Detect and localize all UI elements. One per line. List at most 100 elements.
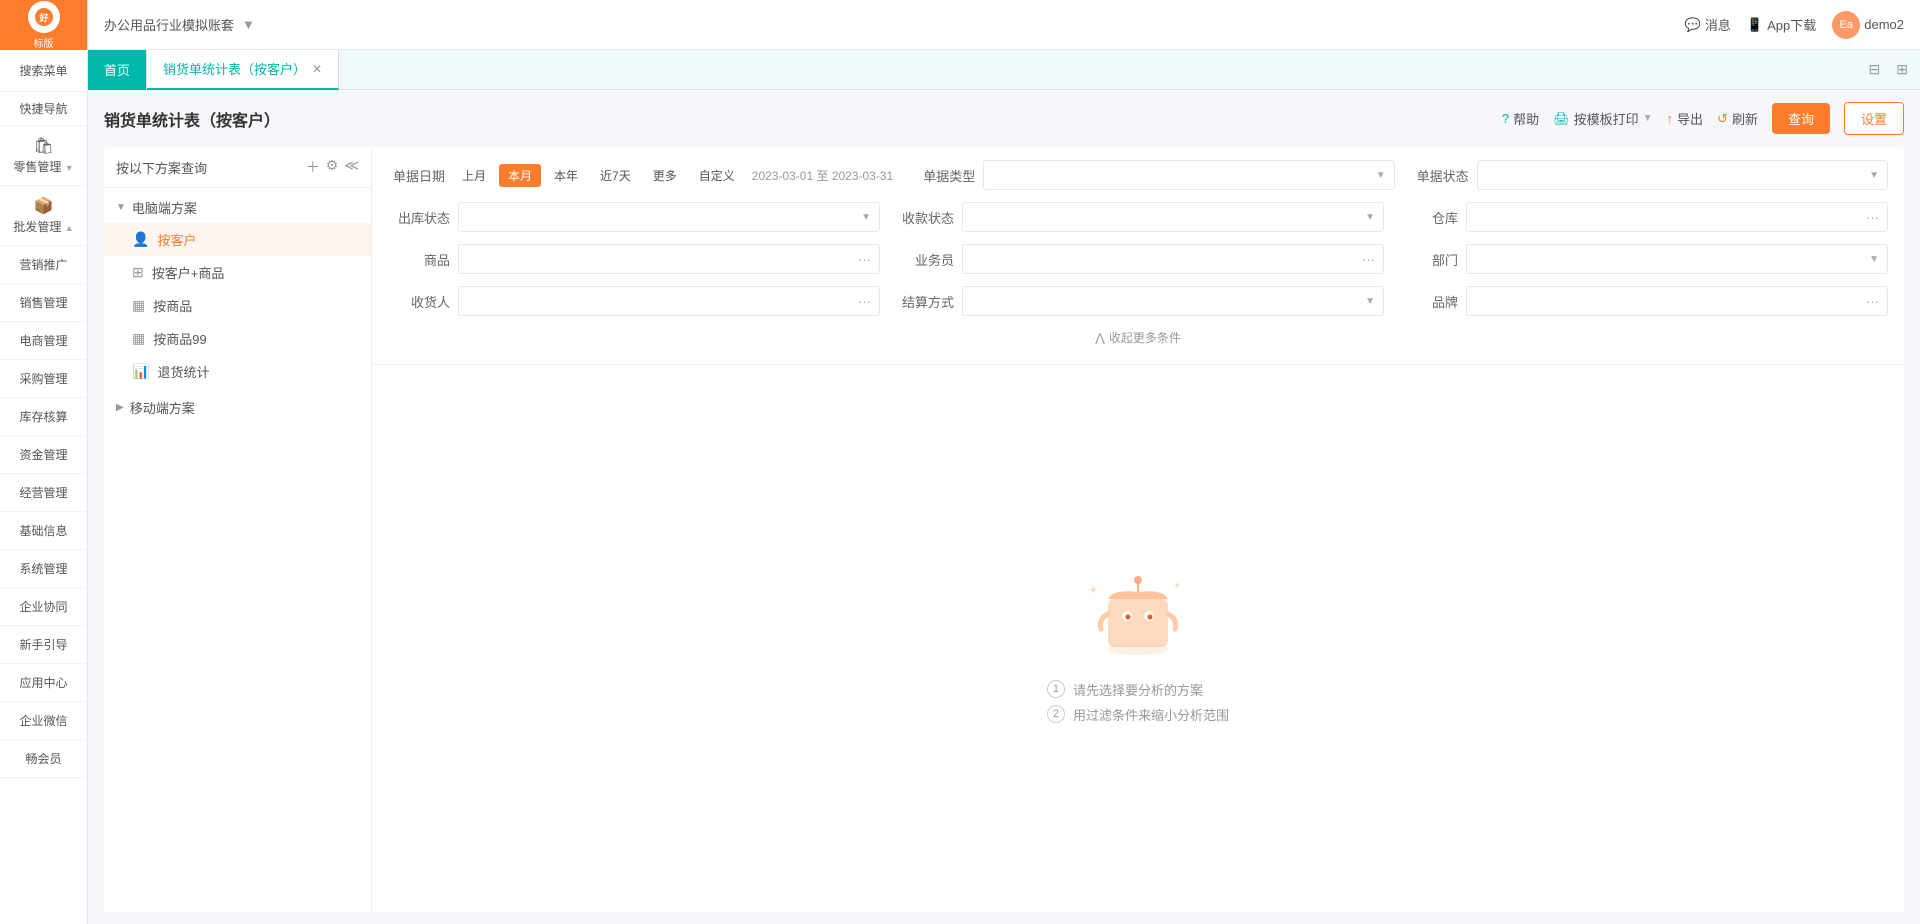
sidebar-item-finance[interactable]: 资金管理 xyxy=(0,436,87,474)
tab-close-icon[interactable]: ✕ xyxy=(312,62,322,76)
filter-settlement: 结算方式 ▼ xyxy=(892,285,1384,317)
tab-home[interactable]: 首页 xyxy=(88,50,147,90)
tab-minimize-icon[interactable]: ⊟ xyxy=(1865,57,1885,82)
sidebar-item-wechat[interactable]: 企业微信 xyxy=(0,702,87,740)
filter-warehouse: 仓库 ··· xyxy=(1396,201,1888,233)
tab-bar: 首页 销货单统计表（按客户） ✕ ⊟ ⊞ xyxy=(88,50,1920,90)
sidebar-item-wholesale[interactable]: 📦 批发管理 ▲ xyxy=(0,186,87,246)
filter-row-3: 商品 ··· 业务员 ··· xyxy=(388,243,1888,275)
scheme-settings-icon[interactable]: ⚙ xyxy=(326,157,339,177)
department-select[interactable]: ▼ xyxy=(1466,244,1888,274)
scheme-item-by-goods-99-label: 按商品99 xyxy=(153,329,206,348)
recipient-select[interactable]: ··· xyxy=(458,286,880,316)
refresh-btn[interactable]: ↺ 刷新 xyxy=(1717,109,1758,128)
sidebar-item-member[interactable]: 畅会员 xyxy=(0,740,87,778)
scheme-item-by-customer-label: 按客户 xyxy=(157,230,196,249)
sidebar-quick-nav[interactable]: 快捷导航 xyxy=(0,92,87,126)
filter-row-4: 收货人 ··· 结算方式 ▼ xyxy=(388,285,1888,317)
export-label: 导出 xyxy=(1677,109,1703,128)
app-download-btn[interactable]: 📱 App下载 xyxy=(1747,15,1816,34)
query-btn[interactable]: 查询 xyxy=(1772,103,1830,134)
warehouse-select[interactable]: ··· xyxy=(1466,202,1888,232)
date-btn-this-month[interactable]: 本月 xyxy=(499,164,541,187)
date-btn-last-7[interactable]: 近7天 xyxy=(591,164,640,187)
scheme-item-return-stat[interactable]: 📊 退货统计 xyxy=(104,355,371,388)
scheme-item-by-goods-99[interactable]: ▦ 按商品99 xyxy=(104,322,371,355)
collapse-btn[interactable]: ⋀ 收起更多条件 xyxy=(388,323,1888,352)
salesperson-select[interactable]: ··· xyxy=(962,244,1384,274)
sidebar-item-operation[interactable]: 经营管理 xyxy=(0,474,87,512)
sidebar-item-inventory[interactable]: 库存核算 xyxy=(0,398,87,436)
table-icon-2: ▦ xyxy=(132,330,145,347)
tab-sales-stat[interactable]: 销货单统计表（按客户） ✕ xyxy=(147,50,339,90)
header-dropdown-icon[interactable]: ▼ xyxy=(242,17,255,32)
settings-btn[interactable]: 设置 xyxy=(1844,102,1904,135)
recipient-dots-icon: ··· xyxy=(858,294,871,309)
empty-tip-1: 1 请先选择要分析的方案 xyxy=(1047,680,1229,699)
help-label: 帮助 xyxy=(1513,109,1539,128)
sidebar-item-system[interactable]: 系统管理 xyxy=(0,550,87,588)
settlement-select[interactable]: ▼ xyxy=(962,286,1384,316)
scheme-item-by-goods-label: 按商品 xyxy=(153,296,192,315)
warehouse-dots-icon: ··· xyxy=(1866,210,1879,225)
scheme-group-mobile-header[interactable]: ▶ 移动端方案 xyxy=(104,392,371,423)
help-btn[interactable]: ? 帮助 xyxy=(1502,109,1539,128)
scheme-collapse-icon[interactable]: ≪ xyxy=(344,157,359,177)
page-main: 销货单统计表（按客户） ? 帮助 🖨 按模板打印 ▼ ↑ 导出 xyxy=(88,90,1920,924)
sidebar-item-appcenter[interactable]: 应用中心 xyxy=(0,664,87,702)
scheme-group-desktop-header[interactable]: ▼ 电脑端方案 xyxy=(104,192,371,223)
sidebar-nav: 🛍 零售管理 ▼ 📦 批发管理 ▲ 营销推广 销售管理 电商管理 采购管理 库存… xyxy=(0,126,87,924)
order-type-select[interactable]: ▼ xyxy=(983,160,1394,190)
scheme-item-by-customer-goods[interactable]: ⊞ 按客户+商品 xyxy=(104,256,371,289)
date-btn-more[interactable]: 更多 xyxy=(644,164,686,187)
svg-text:✦: ✦ xyxy=(1173,581,1181,592)
logo-icon: 好 xyxy=(28,1,60,33)
page-action-area: ? 帮助 🖨 按模板打印 ▼ ↑ 导出 ↺ 刷新 xyxy=(1502,102,1904,135)
filter-salesperson: 业务员 ··· xyxy=(892,243,1384,275)
person-icon: 👤 xyxy=(132,231,149,248)
user-initials: Ea xyxy=(1840,19,1853,31)
user-section[interactable]: Ea demo2 xyxy=(1832,11,1904,39)
scheme-add-icon[interactable]: ＋ xyxy=(306,157,320,177)
sidebar-item-newbie[interactable]: 新手引导 xyxy=(0,626,87,664)
order-type-dropdown-icon: ▼ xyxy=(1376,170,1386,181)
export-btn[interactable]: ↑ 导出 xyxy=(1667,109,1704,128)
date-btn-custom[interactable]: 自定义 xyxy=(690,164,744,187)
sidebar-item-retail[interactable]: 🛍 零售管理 ▼ xyxy=(0,126,87,186)
date-btn-this-year[interactable]: 本年 xyxy=(545,164,587,187)
help-icon: ? xyxy=(1502,111,1509,126)
grid-icon: ⊞ xyxy=(132,264,144,281)
scheme-item-by-goods[interactable]: ▦ 按商品 xyxy=(104,289,371,322)
scheme-item-by-customer[interactable]: 👤 按客户 xyxy=(104,223,371,256)
right-content: 单据日期 上月 本月 本年 近7天 更多 自定义 2023-03-01 至 20… xyxy=(372,147,1904,912)
sidebar-logo[interactable]: 好 标版 xyxy=(0,0,87,50)
template-print-btn[interactable]: 🖨 按模板打印 ▼ xyxy=(1553,109,1652,128)
ship-status-select[interactable]: ▼ xyxy=(458,202,880,232)
page-title-bar: 销货单统计表（按客户） ? 帮助 🖨 按模板打印 ▼ ↑ 导出 xyxy=(104,102,1904,135)
brand-select[interactable]: ··· xyxy=(1466,286,1888,316)
sidebar-item-cooperation[interactable]: 企业协同 xyxy=(0,588,87,626)
sidebar-item-marketing[interactable]: 营销推广 xyxy=(0,246,87,284)
goods-select[interactable]: ··· xyxy=(458,244,880,274)
goods-dots-icon: ··· xyxy=(858,252,871,267)
sidebar-item-ecommerce[interactable]: 电商管理 xyxy=(0,322,87,360)
scheme-group-arrow-right: ▶ xyxy=(116,402,124,413)
collapse-label: 收起更多条件 xyxy=(1109,329,1181,346)
print-dropdown-icon[interactable]: ▼ xyxy=(1643,113,1653,124)
empty-tip-2: 2 用过滤条件来缩小分析范围 xyxy=(1047,705,1229,724)
search-menu-label[interactable]: 搜索菜单 xyxy=(6,58,81,83)
sidebar-item-purchase[interactable]: 采购管理 xyxy=(0,360,87,398)
filter-goods: 商品 ··· xyxy=(388,243,880,275)
message-btn[interactable]: 💬 消息 xyxy=(1685,15,1731,34)
top-header: 办公用品行业模拟账套 ▼ 💬 消息 📱 App下载 Ea demo2 xyxy=(88,0,1920,50)
scheme-panel-title: 按以下方案查询 xyxy=(116,158,207,177)
date-btn-last-month[interactable]: 上月 xyxy=(453,164,495,187)
sidebar-item-basic[interactable]: 基础信息 xyxy=(0,512,87,550)
salesperson-dots-icon: ··· xyxy=(1362,252,1375,267)
sidebar-item-sales[interactable]: 销售管理 xyxy=(0,284,87,322)
tab-expand-icon[interactable]: ⊞ xyxy=(1892,57,1912,82)
payment-status-select[interactable]: ▼ xyxy=(962,202,1384,232)
scheme-item-return-stat-label: 退货统计 xyxy=(157,362,209,381)
order-status-select[interactable]: ▼ xyxy=(1477,160,1888,190)
collapse-arrow-icon: ⋀ xyxy=(1095,331,1105,345)
